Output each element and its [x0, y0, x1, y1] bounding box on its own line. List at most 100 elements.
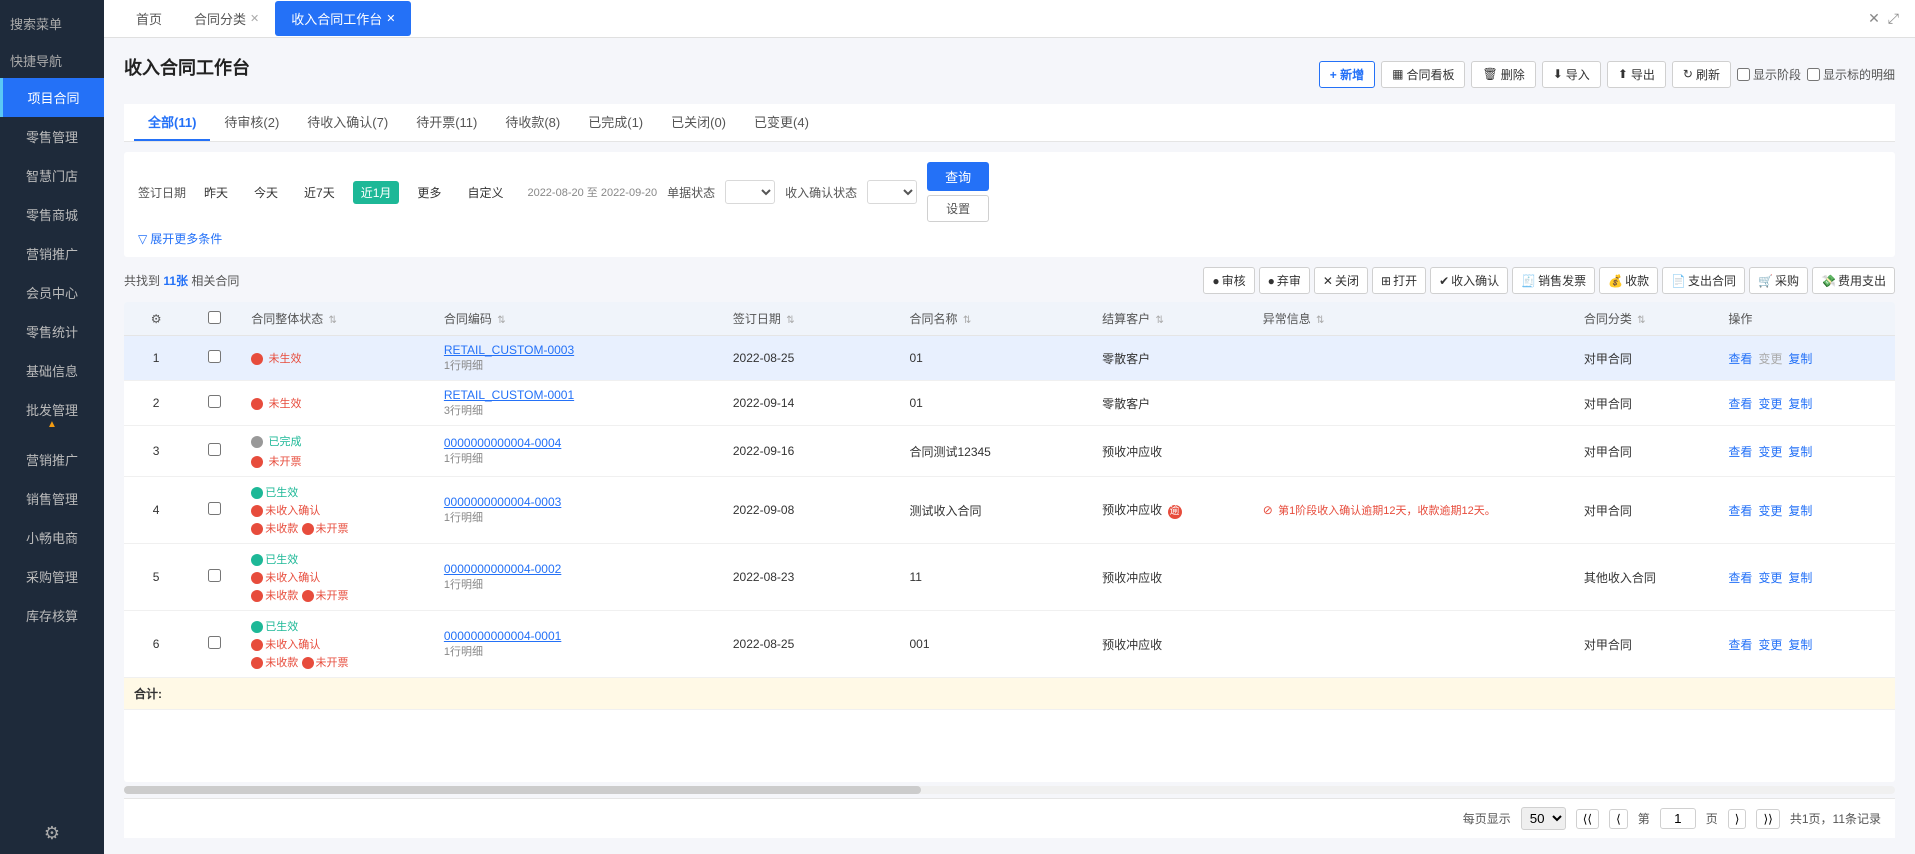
expand-more-btn[interactable]: ▽ 展开更多条件 — [138, 230, 1881, 247]
filter-1month[interactable]: 近1月 — [353, 181, 400, 204]
tab-contract-category-close[interactable]: ✕ — [250, 12, 259, 25]
import-button[interactable]: ⬇ 导入 — [1542, 61, 1601, 88]
row-check-4[interactable] — [188, 477, 241, 544]
row-check-1[interactable] — [188, 336, 241, 381]
tab-income-contract-close[interactable]: ✕ — [386, 12, 395, 25]
subtab-all[interactable]: 全部(11) — [134, 104, 210, 141]
abandon-review-btn[interactable]: ● 弃审 — [1259, 267, 1310, 294]
change-link-4[interactable]: 变更 — [1758, 502, 1782, 519]
close-contract-btn[interactable]: ✕ 关闭 — [1314, 267, 1368, 294]
add-button[interactable]: + 新增 — [1319, 61, 1375, 88]
view-link-4[interactable]: 查看 — [1728, 502, 1752, 519]
subtab-pending-confirm[interactable]: 待收入确认(7) — [293, 104, 402, 141]
view-link-2[interactable]: 查看 — [1728, 395, 1752, 412]
sidebar-item-member[interactable]: 会员中心 — [0, 273, 104, 312]
sidebar-item-marketing2[interactable]: 营销推广 — [0, 440, 104, 479]
show-stage-checkbox[interactable]: 显示阶段 — [1737, 66, 1801, 83]
subtab-pending-invoice[interactable]: 待开票(11) — [402, 104, 491, 141]
prev-page-btn[interactable]: ⟨ — [1609, 809, 1628, 829]
last-page-btn[interactable]: ⟩⟩ — [1756, 809, 1779, 829]
tab-home[interactable]: 首页 — [120, 1, 178, 36]
sort-icon5[interactable]: ⇅ — [1156, 315, 1164, 326]
view-link-6[interactable]: 查看 — [1728, 636, 1752, 653]
row-check-5[interactable] — [188, 544, 241, 611]
horizontal-scrollbar-thumb[interactable] — [124, 786, 921, 794]
contract-code-link-6[interactable]: 0000000000004-0001 — [444, 629, 713, 643]
tab-contract-category[interactable]: 合同分类 ✕ — [178, 1, 275, 36]
row-check-6[interactable] — [188, 611, 241, 678]
change-link-6[interactable]: 变更 — [1758, 636, 1782, 653]
change-link-5[interactable]: 变更 — [1758, 569, 1782, 586]
confirm-status-select[interactable] — [867, 180, 917, 204]
copy-link-3[interactable]: 复制 — [1788, 443, 1812, 460]
copy-link-4[interactable]: 复制 — [1788, 502, 1812, 519]
sidebar-nav[interactable]: 快捷导航 — [0, 43, 104, 78]
sort-icon6[interactable]: ⇅ — [1316, 315, 1324, 326]
expense-out-btn[interactable]: 💸 费用支出 — [1812, 267, 1895, 294]
view-link-3[interactable]: 查看 — [1728, 443, 1752, 460]
sort-icon7[interactable]: ⇅ — [1637, 315, 1645, 326]
sort-icon4[interactable]: ⇅ — [963, 315, 971, 326]
sidebar-item-retail-stats[interactable]: 零售统计 — [0, 312, 104, 351]
close-window-icon[interactable]: ✕ — [1868, 10, 1880, 27]
export-button[interactable]: ⬆ 导出 — [1607, 61, 1666, 88]
filter-more[interactable]: 更多 — [409, 181, 449, 204]
col-settings[interactable]: ⚙ — [124, 302, 188, 336]
sidebar-item-project-contract[interactable]: 项目合同 — [0, 78, 104, 117]
next-page-btn[interactable]: ⟩ — [1728, 809, 1747, 829]
contract-code-link-1[interactable]: RETAIL_CUSTOM-0003 — [444, 343, 713, 357]
select-all-checkbox[interactable] — [208, 311, 221, 324]
row-check-3[interactable] — [188, 426, 241, 477]
purchase-btn[interactable]: 🛒 采购 — [1749, 267, 1808, 294]
income-confirm-btn[interactable]: ✔ 收入确认 — [1430, 267, 1508, 294]
payment-btn[interactable]: 💰 收款 — [1599, 267, 1658, 294]
contract-code-link-3[interactable]: 0000000000004-0004 — [444, 436, 713, 450]
sidebar-settings[interactable]: ⚙ — [0, 813, 104, 854]
delete-button[interactable]: 🗑 删除 — [1471, 61, 1535, 88]
filter-custom[interactable]: 自定义 — [459, 181, 511, 204]
sidebar-item-base-info[interactable]: 基础信息 — [0, 351, 104, 390]
row-check-2[interactable] — [188, 381, 241, 426]
page-size-select[interactable]: 50 — [1521, 807, 1566, 830]
page-input[interactable] — [1660, 808, 1696, 829]
open-contract-btn[interactable]: ⊞ 打开 — [1372, 267, 1426, 294]
sort-icon2[interactable]: ⇅ — [497, 315, 505, 326]
subtab-changed[interactable]: 已变更(4) — [740, 104, 823, 141]
sidebar-item-smart-store[interactable]: 智慧门店 — [0, 156, 104, 195]
sidebar-item-retail-mall[interactable]: 零售商城 — [0, 195, 104, 234]
subtab-closed[interactable]: 已关闭(0) — [657, 104, 740, 141]
contract-code-link-5[interactable]: 0000000000004-0002 — [444, 562, 713, 576]
sort-icon[interactable]: ⇅ — [329, 315, 337, 326]
change-link-2[interactable]: 变更 — [1758, 395, 1782, 412]
sidebar-item-marketing[interactable]: 营销推广 — [0, 234, 104, 273]
filter-today[interactable]: 今天 — [246, 181, 286, 204]
view-link-1[interactable]: 查看 — [1728, 350, 1752, 367]
copy-link-5[interactable]: 复制 — [1788, 569, 1812, 586]
copy-link-2[interactable]: 复制 — [1788, 395, 1812, 412]
filter-yesterday[interactable]: 昨天 — [196, 181, 236, 204]
tab-income-contract[interactable]: 收入合同工作台 ✕ — [275, 1, 411, 36]
sales-invoice-btn[interactable]: 🧾 销售发票 — [1512, 267, 1595, 294]
query-button[interactable]: 查询 — [927, 162, 989, 191]
copy-link-6[interactable]: 复制 — [1788, 636, 1812, 653]
copy-link-1[interactable]: 复制 — [1788, 350, 1812, 367]
refresh-button[interactable]: ↻ 刷新 — [1672, 61, 1731, 88]
sort-icon3[interactable]: ⇅ — [786, 315, 794, 326]
sidebar-item-purchase-mgmt[interactable]: 采购管理 — [0, 557, 104, 596]
sidebar-item-retail-mgmt[interactable]: 零售管理 — [0, 117, 104, 156]
sidebar-item-wholesale-mgmt[interactable]: 批发管理 ▲ — [0, 390, 104, 440]
sidebar-item-ecommerce[interactable]: 小畅电商 — [0, 518, 104, 557]
change-link-3[interactable]: 变更 — [1758, 443, 1782, 460]
first-page-btn[interactable]: ⟨⟨ — [1576, 809, 1599, 829]
kanban-button[interactable]: ▦ 合同看板 — [1381, 61, 1465, 88]
subtab-pending-review[interactable]: 待审核(2) — [210, 104, 293, 141]
expand-window-icon[interactable]: ⤢ — [1888, 10, 1899, 27]
contract-code-link-2[interactable]: RETAIL_CUSTOM-0001 — [444, 388, 713, 402]
review-btn[interactable]: ● 审核 — [1203, 267, 1254, 294]
show-detail-checkbox[interactable]: 显示标的明细 — [1807, 66, 1895, 83]
subtab-pending-payment[interactable]: 待收款(8) — [491, 104, 574, 141]
sidebar-item-inventory[interactable]: 库存核算 — [0, 596, 104, 635]
doc-status-select[interactable] — [725, 180, 775, 204]
subtab-completed[interactable]: 已完成(1) — [574, 104, 657, 141]
view-link-5[interactable]: 查看 — [1728, 569, 1752, 586]
